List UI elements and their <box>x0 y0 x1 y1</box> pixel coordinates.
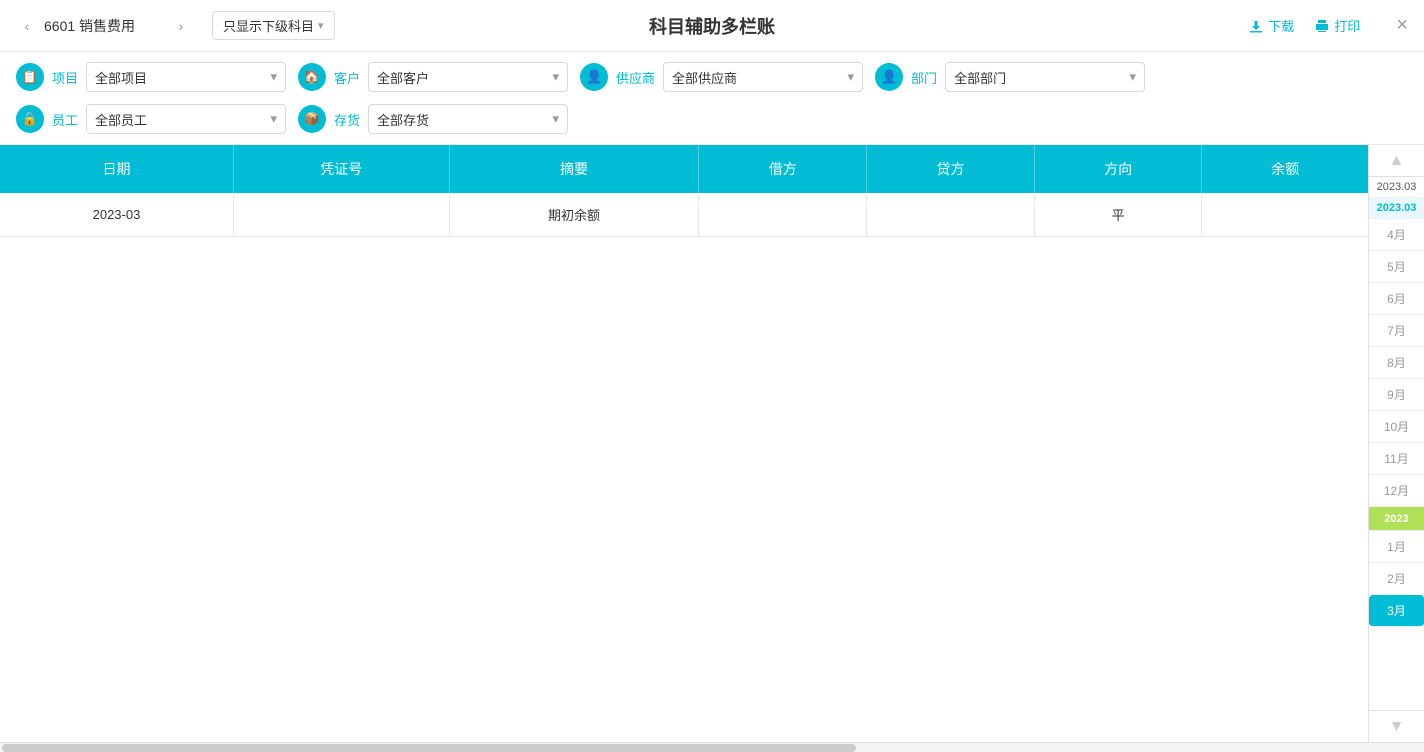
timeline-header-selected[interactable]: 2023.03 <box>1369 198 1424 219</box>
timeline-item[interactable]: 3月 <box>1369 595 1424 627</box>
print-icon <box>1314 18 1330 34</box>
next-account-btn[interactable]: › <box>170 15 192 37</box>
supplier-icon: 👤 <box>580 63 608 91</box>
cell-date: 2023-03 <box>0 193 233 237</box>
ledger-table: 日期 凭证号 摘要 借方 贷方 方向 余额 2023-03 期初余额 平 <box>0 145 1368 237</box>
table-row: 2023-03 期初余额 平 <box>0 193 1368 237</box>
prev-account-btn[interactable]: ‹ <box>16 15 38 37</box>
chevron-down-icon: ▾ <box>270 69 277 85</box>
table-header-row: 日期 凭证号 摘要 借方 贷方 方向 余额 <box>0 145 1368 193</box>
cell-debit <box>699 193 867 237</box>
employee-select[interactable]: 全部员工 ▾ <box>86 104 286 134</box>
department-label: 部门 <box>911 68 937 87</box>
chevron-down-icon: ▾ <box>318 19 324 32</box>
col-direction: 方向 <box>1034 145 1202 193</box>
page-title: 科目辅助多栏账 <box>649 13 775 39</box>
table-container: 日期 凭证号 摘要 借方 贷方 方向 余额 2023-03 期初余额 平 <box>0 145 1368 742</box>
cell-summary: 期初余额 <box>449 193 699 237</box>
filter-group-supplier: 👤 供应商 全部供应商 ▾ <box>580 62 863 92</box>
employee-icon: 🔒 <box>16 105 44 133</box>
account-code: 6601 销售费用 <box>44 16 164 36</box>
cell-direction: 平 <box>1034 193 1202 237</box>
timeline-up-button[interactable]: ▲ <box>1369 145 1424 177</box>
timeline-header-top[interactable]: 2023.03 <box>1369 177 1424 198</box>
department-select[interactable]: 全部部门 ▾ <box>945 62 1145 92</box>
chevron-down-icon: ▾ <box>553 111 560 127</box>
filter-group-department: 👤 部门 全部部门 ▾ <box>875 62 1145 92</box>
col-date: 日期 <box>0 145 233 193</box>
nav-area: ‹ 6601 销售费用 › <box>16 15 192 37</box>
download-button[interactable]: 下载 <box>1248 16 1294 35</box>
timeline-down-button[interactable]: ▼ <box>1369 710 1424 742</box>
cell-balance <box>1202 193 1368 237</box>
project-icon: 📋 <box>16 63 44 91</box>
close-button[interactable]: × <box>1396 14 1408 37</box>
filter-group-employee: 🔒 员工 全部员工 ▾ <box>16 104 286 134</box>
filters-area: 📋 项目 全部项目 ▾ 🏠 客户 全部客户 ▾ 👤 供应商 全部供应商 ▾ <box>0 52 1424 145</box>
filter-group-customer: 🏠 客户 全部客户 ▾ <box>298 62 568 92</box>
supplier-label: 供应商 <box>616 68 655 87</box>
download-icon <box>1248 18 1264 34</box>
print-button[interactable]: 打印 <box>1314 16 1360 35</box>
cell-voucher <box>233 193 449 237</box>
show-sub-accounts-dropdown[interactable]: 只显示下级科目 ▾ <box>212 11 335 40</box>
col-summary: 摘要 <box>449 145 699 193</box>
show-sub-accounts-label: 只显示下级科目 <box>223 16 314 35</box>
toolbar-right: 下载 打印 × <box>1248 14 1408 37</box>
filter-group-project: 📋 项目 全部项目 ▾ <box>16 62 286 92</box>
chevron-down-icon: ▼ <box>1389 718 1405 736</box>
main-window: ‹ 6601 销售费用 › 只显示下级科目 ▾ 科目辅助多栏账 下载 <box>0 0 1424 752</box>
supplier-select[interactable]: 全部供应商 ▾ <box>663 62 863 92</box>
chevron-down-icon: ▾ <box>553 69 560 85</box>
chevron-down-icon: ▾ <box>848 69 855 85</box>
chevron-down-icon: ▾ <box>270 111 277 127</box>
inventory-select[interactable]: 全部存货 ▾ <box>368 104 568 134</box>
timeline-item[interactable]: 2月 <box>1369 563 1424 595</box>
timeline-list: 2023.03 2023.03 4月5月6月7月8月9月10月11月12月202… <box>1369 177 1424 710</box>
inventory-icon: 📦 <box>298 105 326 133</box>
chevron-down-icon: ▾ <box>1130 69 1137 85</box>
timeline-item[interactable]: 1月 <box>1369 531 1424 563</box>
col-voucher: 凭证号 <box>233 145 449 193</box>
inventory-label: 存货 <box>334 110 360 129</box>
col-debit: 借方 <box>699 145 867 193</box>
timeline-item[interactable]: 4月 <box>1369 219 1424 251</box>
timeline-sidebar: ▲ 2023.03 2023.03 4月5月6月7月8月9月10月11月12月2… <box>1368 145 1424 742</box>
filter-group-inventory: 📦 存货 全部存货 ▾ <box>298 104 568 134</box>
col-credit: 贷方 <box>867 145 1035 193</box>
timeline-item[interactable]: 5月 <box>1369 251 1424 283</box>
timeline-item[interactable]: 8月 <box>1369 347 1424 379</box>
customer-icon: 🏠 <box>298 63 326 91</box>
col-balance: 余额 <box>1202 145 1368 193</box>
customer-select[interactable]: 全部客户 ▾ <box>368 62 568 92</box>
timeline-item[interactable]: 7月 <box>1369 315 1424 347</box>
timeline-item[interactable]: 2023 <box>1369 507 1424 531</box>
chevron-up-icon: ▲ <box>1389 152 1405 170</box>
customer-label: 客户 <box>334 68 360 87</box>
timeline-item[interactable]: 12月 <box>1369 475 1424 507</box>
department-icon: 👤 <box>875 63 903 91</box>
timeline-item[interactable]: 11月 <box>1369 443 1424 475</box>
employee-label: 员工 <box>52 110 78 129</box>
cell-credit <box>867 193 1035 237</box>
project-label: 项目 <box>52 68 78 87</box>
horizontal-scrollbar[interactable] <box>0 742 1424 752</box>
title-bar: ‹ 6601 销售费用 › 只显示下级科目 ▾ 科目辅助多栏账 下载 <box>0 0 1424 52</box>
scrollbar-thumb[interactable] <box>2 744 856 752</box>
timeline-item[interactable]: 9月 <box>1369 379 1424 411</box>
timeline-item[interactable]: 6月 <box>1369 283 1424 315</box>
timeline-item[interactable]: 10月 <box>1369 411 1424 443</box>
project-select[interactable]: 全部项目 ▾ <box>86 62 286 92</box>
